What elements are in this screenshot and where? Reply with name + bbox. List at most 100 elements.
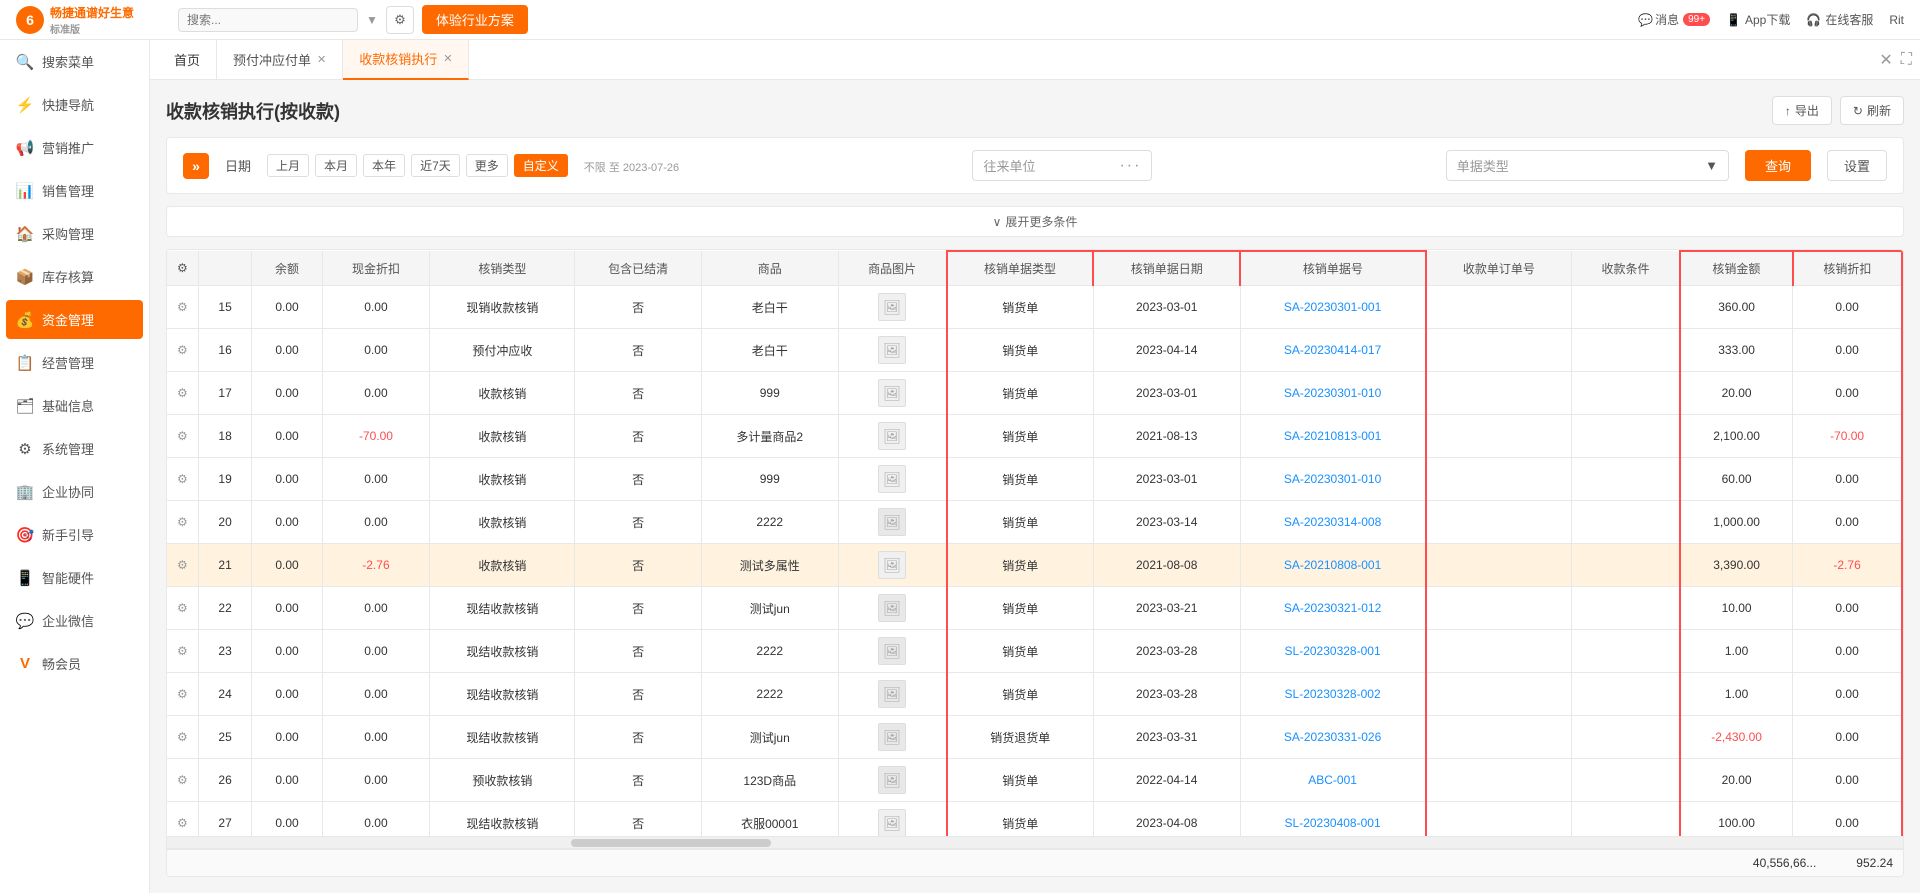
- scrollbar-area[interactable]: [167, 836, 1903, 848]
- top-bar-center: ▼ ⚙ 体验行业方案: [178, 5, 1626, 34]
- sidebar-item-purchase[interactable]: 🏠 采购管理: [0, 212, 149, 255]
- date-btn-this-month[interactable]: 本月: [315, 154, 357, 177]
- row-writeoff-type: 收款核销: [430, 458, 575, 501]
- row-writeoff-number[interactable]: ABC-001: [1240, 759, 1426, 802]
- sidebar-item-finance[interactable]: 💰 资金管理: [6, 300, 143, 339]
- tab-prepay[interactable]: 预付冲应付单 ✕: [217, 40, 343, 80]
- row-writeoff-type: 现结收款核销: [430, 630, 575, 673]
- sidebar-item-inventory[interactable]: 📦 库存核算: [0, 255, 149, 298]
- partner-input[interactable]: 往来单位 ···: [972, 150, 1152, 181]
- tab-receipt[interactable]: 收款核销执行 ✕: [343, 40, 469, 80]
- row-num: 21: [198, 544, 252, 587]
- finance-icon: 💰: [16, 311, 34, 329]
- sidebar-item-search[interactable]: 🔍 搜索菜单: [0, 40, 149, 83]
- row-writeoff-number[interactable]: SL-20230328-001: [1240, 630, 1426, 673]
- row-receipt-order: [1426, 587, 1572, 630]
- row-writeoff-number[interactable]: SA-20210813-001: [1240, 415, 1426, 458]
- sidebar-item-system[interactable]: ⚙ 系统管理: [0, 427, 149, 470]
- sidebar-label-purchase: 采购管理: [42, 224, 94, 243]
- row-writeoff-number[interactable]: SL-20230328-002: [1240, 673, 1426, 716]
- app-download[interactable]: 📱 App下载: [1726, 11, 1790, 28]
- row-writeoff-number[interactable]: SA-20230314-008: [1240, 501, 1426, 544]
- sidebar-item-sales[interactable]: 📊 销售管理: [0, 169, 149, 212]
- row-writeoff-discount: 0.00: [1793, 673, 1902, 716]
- online-service[interactable]: 🎧 在线客服: [1806, 11, 1873, 28]
- query-btn[interactable]: 查询: [1745, 150, 1811, 181]
- table-scroll[interactable]: ⚙ 余额 现金折扣 核销类型 包含已结清 商品 商品图片 核销单据类型 核销单据…: [167, 250, 1903, 836]
- row-product: 999: [701, 458, 838, 501]
- close-icon[interactable]: ✕: [1879, 50, 1892, 70]
- row-writeoff-number[interactable]: SL-20230408-001: [1240, 802, 1426, 837]
- row-settings[interactable]: ⚙: [167, 802, 198, 837]
- row-settings[interactable]: ⚙: [167, 673, 198, 716]
- date-btn-this-year[interactable]: 本年: [363, 154, 405, 177]
- row-writeoff-bill-type: 销货单: [947, 802, 1094, 837]
- row-settings[interactable]: ⚙: [167, 329, 198, 372]
- settings-icon[interactable]: ⚙: [386, 6, 414, 34]
- bill-type-select[interactable]: 单据类型 ▼: [1446, 150, 1729, 181]
- th-settings[interactable]: ⚙: [167, 251, 198, 286]
- filter-expand-btn[interactable]: »: [183, 153, 209, 179]
- logo-icon: 6: [16, 6, 44, 34]
- date-btn-custom[interactable]: 自定义: [514, 154, 568, 177]
- tab-home[interactable]: 首页: [158, 40, 217, 80]
- row-writeoff-date: 2023-03-21: [1093, 587, 1240, 630]
- row-writeoff-number[interactable]: SA-20210808-001: [1240, 544, 1426, 587]
- maximize-icon[interactable]: ⛶: [1901, 51, 1912, 69]
- date-btn-last-month[interactable]: 上月: [267, 154, 309, 177]
- row-settings[interactable]: ⚙: [167, 372, 198, 415]
- sidebar-label-inventory: 库存核算: [42, 267, 94, 286]
- row-settings[interactable]: ⚙: [167, 716, 198, 759]
- row-writeoff-date: 2023-03-01: [1093, 286, 1240, 329]
- row-settings[interactable]: ⚙: [167, 458, 198, 501]
- row-writeoff-number[interactable]: SA-20230301-010: [1240, 458, 1426, 501]
- sidebar-item-guide[interactable]: 🎯 新手引导: [0, 513, 149, 556]
- filter-settings-btn[interactable]: 设置: [1827, 150, 1887, 181]
- message-area[interactable]: 💬 消息 99+: [1638, 11, 1710, 28]
- row-writeoff-date: 2023-03-31: [1093, 716, 1240, 759]
- tab-prepay-close[interactable]: ✕: [317, 53, 326, 66]
- sidebar-item-member[interactable]: V 畅会员: [0, 642, 149, 685]
- expand-more-label: 展开更多条件: [1005, 213, 1077, 230]
- sidebar-item-quicknav[interactable]: ⚡ 快捷导航: [0, 83, 149, 126]
- row-writeoff-number[interactable]: SA-20230321-012: [1240, 587, 1426, 630]
- row-writeoff-number[interactable]: SA-20230331-026: [1240, 716, 1426, 759]
- sidebar-item-enterprise[interactable]: 🏢 企业协同: [0, 470, 149, 513]
- sidebar-item-business[interactable]: 📋 经营管理: [0, 341, 149, 384]
- row-receipt-condition: [1572, 286, 1680, 329]
- sidebar-item-basicinfo[interactable]: 🗂 基础信息: [0, 384, 149, 427]
- expand-more-bar[interactable]: ∨ 展开更多条件: [166, 206, 1904, 237]
- scrollbar-thumb[interactable]: [571, 839, 771, 847]
- row-settings[interactable]: ⚙: [167, 759, 198, 802]
- row-settings[interactable]: ⚙: [167, 286, 198, 329]
- row-writeoff-number[interactable]: SA-20230301-001: [1240, 286, 1426, 329]
- row-settings[interactable]: ⚙: [167, 587, 198, 630]
- sidebar-item-marketing[interactable]: 📢 营销推广: [0, 126, 149, 169]
- date-btn-7days[interactable]: 近7天: [411, 154, 460, 177]
- row-settings[interactable]: ⚙: [167, 544, 198, 587]
- sidebar-label-search: 搜索菜单: [42, 52, 94, 71]
- row-balance: 0.00: [252, 329, 322, 372]
- row-settings[interactable]: ⚙: [167, 415, 198, 458]
- row-settings[interactable]: ⚙: [167, 501, 198, 544]
- export-btn[interactable]: ↑ 导出: [1772, 96, 1832, 125]
- quicknav-icon: ⚡: [16, 96, 34, 114]
- row-writeoff-number[interactable]: SA-20230301-010: [1240, 372, 1426, 415]
- table-row: ⚙ 27 0.00 0.00 现结收款核销 否 衣服00001 🖼 销货单 20…: [167, 802, 1902, 837]
- sidebar-item-hardware[interactable]: 📱 智能硬件: [0, 556, 149, 599]
- refresh-btn[interactable]: ↻ 刷新: [1840, 96, 1904, 125]
- row-writeoff-number[interactable]: SA-20230414-017: [1240, 329, 1426, 372]
- industry-btn[interactable]: 体验行业方案: [422, 5, 528, 34]
- row-writeoff-bill-type: 销货单: [947, 415, 1094, 458]
- sidebar-item-wechat[interactable]: 💬 企业微信: [0, 599, 149, 642]
- search-input[interactable]: [178, 8, 358, 32]
- row-writeoff-type: 收款核销: [430, 501, 575, 544]
- chevron-down-icon[interactable]: ▼: [366, 13, 378, 27]
- row-settings[interactable]: ⚙: [167, 630, 198, 673]
- row-included-settled: 否: [575, 544, 701, 587]
- date-btn-more[interactable]: 更多: [466, 154, 508, 177]
- row-writeoff-date: 2023-04-14: [1093, 329, 1240, 372]
- sidebar-label-marketing: 营销推广: [42, 138, 94, 157]
- user-label[interactable]: Rit: [1889, 13, 1904, 27]
- tab-receipt-close[interactable]: ✕: [443, 52, 452, 65]
